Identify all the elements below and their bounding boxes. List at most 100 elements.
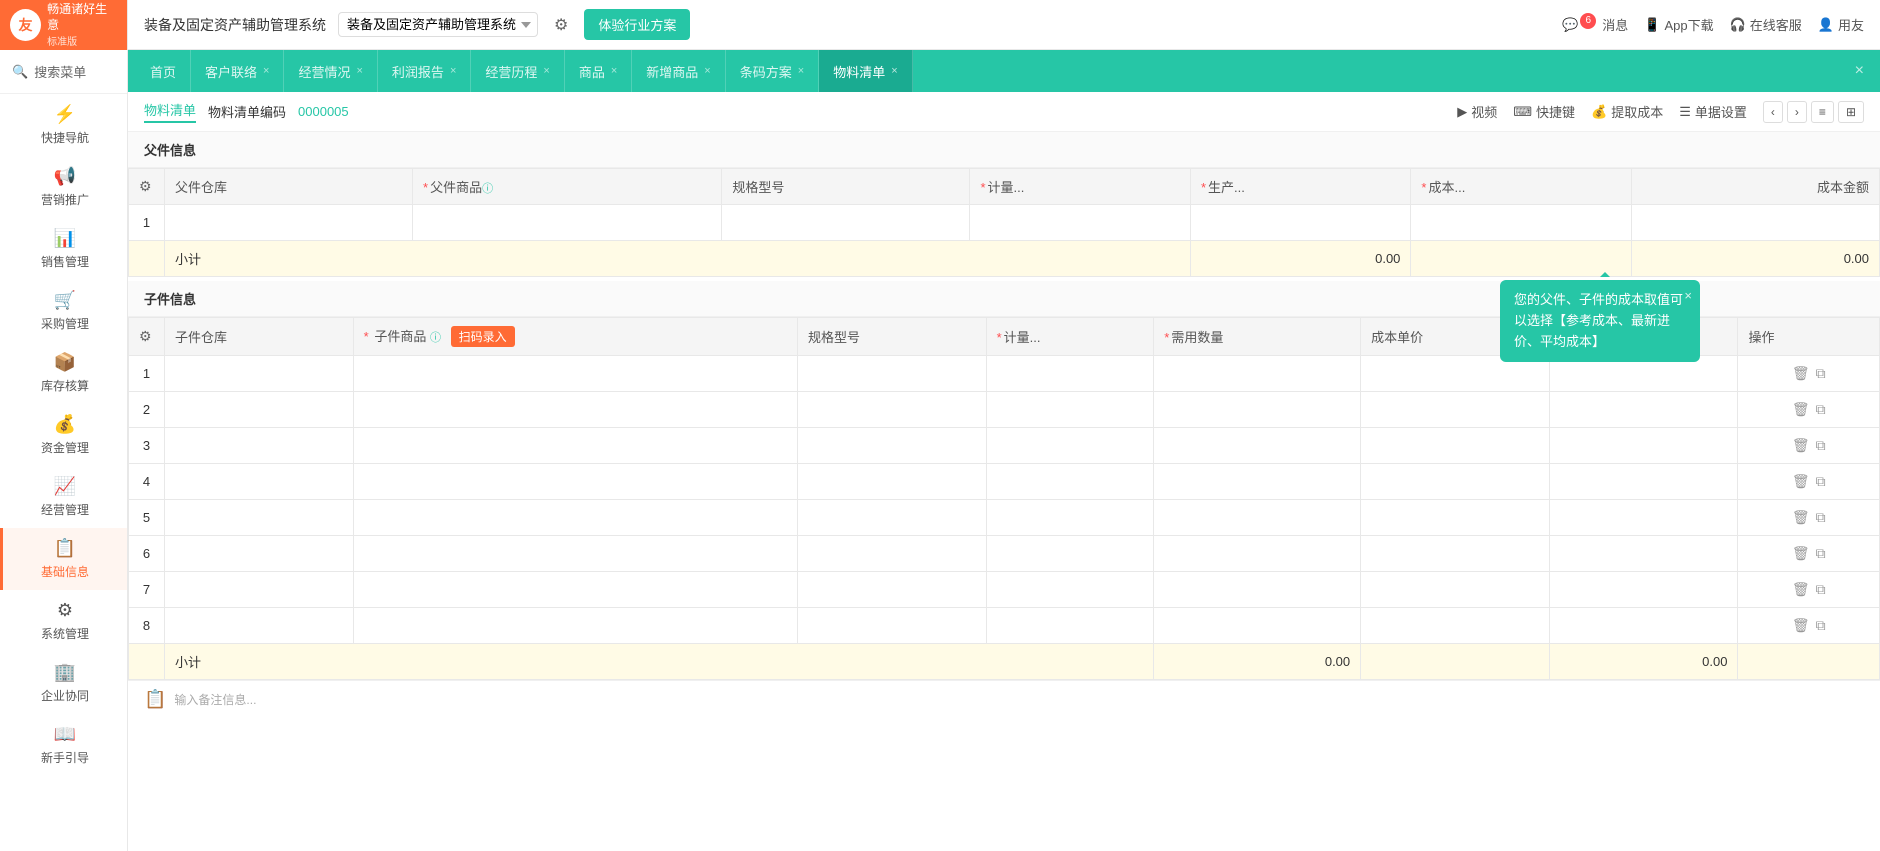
settings-gear-icon[interactable]: ⚙: [550, 11, 572, 39]
shortcut-action[interactable]: ⌨ 快捷键: [1513, 102, 1575, 121]
tab-close-material[interactable]: ×: [891, 65, 897, 77]
search-menu-button[interactable]: 🔍 搜索菜单: [8, 58, 119, 85]
child-unit-7[interactable]: [986, 572, 1154, 608]
parent-settings-icon[interactable]: ⚙: [139, 178, 152, 194]
user-item[interactable]: 👤 用友: [1818, 15, 1864, 34]
message-item[interactable]: 💬 6 消息: [1562, 15, 1628, 34]
child-spec-1[interactable]: [797, 356, 986, 392]
sidebar-item-operation[interactable]: 📈经营管理: [0, 466, 127, 528]
child-unit-price-2[interactable]: [1361, 392, 1550, 428]
cost-action[interactable]: 💰 提取成本: [1591, 102, 1663, 121]
sidebar-item-system[interactable]: ⚙系统管理: [0, 590, 127, 652]
online-service-item[interactable]: 🎧 在线客服: [1730, 15, 1802, 34]
child-unit-price-6[interactable]: [1361, 536, 1550, 572]
child-product-6[interactable]: [353, 536, 797, 572]
tab-close-operations[interactable]: ×: [356, 65, 362, 77]
sidebar-item-finance[interactable]: 💰资金管理: [0, 404, 127, 466]
tab-material[interactable]: 物料清单×: [819, 50, 912, 92]
tab-close-barcode[interactable]: ×: [798, 65, 804, 77]
child-quantity-1[interactable]: [1154, 356, 1361, 392]
sidebar-item-quick-nav[interactable]: ⚡快捷导航: [0, 94, 127, 156]
child-unit-2[interactable]: [986, 392, 1154, 428]
child-spec-7[interactable]: [797, 572, 986, 608]
tab-close-history[interactable]: ×: [543, 65, 549, 77]
copy-icon-6[interactable]: ⧉: [1816, 545, 1826, 562]
sidebar-item-purchase[interactable]: 🛒采购管理: [0, 280, 127, 342]
delete-icon-1[interactable]: 🗑: [1792, 365, 1810, 382]
child-warehouse-8[interactable]: [165, 608, 354, 644]
breadcrumb-list[interactable]: 物料清单: [144, 100, 196, 123]
single-settings-action[interactable]: ☰ 单据设置: [1679, 102, 1747, 121]
child-warehouse-6[interactable]: [165, 536, 354, 572]
child-warehouse-5[interactable]: [165, 500, 354, 536]
child-warehouse-7[interactable]: [165, 572, 354, 608]
prev-btn[interactable]: ‹: [1763, 101, 1783, 123]
parent-amount-cell[interactable]: [1631, 205, 1879, 241]
child-amount-6[interactable]: [1549, 536, 1738, 572]
copy-icon-7[interactable]: ⧉: [1816, 581, 1826, 598]
child-product-help-icon[interactable]: ⓘ: [430, 332, 441, 344]
delete-icon-8[interactable]: 🗑: [1792, 617, 1810, 634]
child-unit-price-5[interactable]: [1361, 500, 1550, 536]
child-spec-2[interactable]: [797, 392, 986, 428]
child-amount-5[interactable]: [1549, 500, 1738, 536]
child-warehouse-2[interactable]: [165, 392, 354, 428]
child-product-3[interactable]: [353, 428, 797, 464]
delete-icon-2[interactable]: 🗑: [1792, 401, 1810, 418]
system-selector[interactable]: 装备及固定资产辅助管理系统: [338, 12, 538, 37]
app-download-item[interactable]: 📱 App下载: [1644, 15, 1713, 34]
child-amount-8[interactable]: [1549, 608, 1738, 644]
sidebar-item-basic[interactable]: 📋基础信息: [0, 528, 127, 590]
tab-history[interactable]: 经营历程×: [471, 50, 564, 92]
child-spec-3[interactable]: [797, 428, 986, 464]
tab-customers[interactable]: 客户联络×: [191, 50, 284, 92]
copy-icon-4[interactable]: ⧉: [1816, 473, 1826, 490]
sidebar-item-inventory[interactable]: 📦库存核算: [0, 342, 127, 404]
child-quantity-7[interactable]: [1154, 572, 1361, 608]
child-unit-8[interactable]: [986, 608, 1154, 644]
product-help-icon[interactable]: ⓘ: [482, 183, 493, 195]
tab-profit[interactable]: 利润报告×: [378, 50, 471, 92]
copy-icon-5[interactable]: ⧉: [1816, 509, 1826, 526]
child-product-8[interactable]: [353, 608, 797, 644]
next-btn[interactable]: ›: [1787, 101, 1807, 123]
parent-warehouse-cell[interactable]: [165, 205, 413, 241]
child-spec-6[interactable]: [797, 536, 986, 572]
delete-icon-4[interactable]: 🗑: [1792, 473, 1810, 490]
tab-close-customers[interactable]: ×: [263, 65, 269, 77]
delete-icon-6[interactable]: 🗑: [1792, 545, 1810, 562]
child-product-4[interactable]: [353, 464, 797, 500]
list-view-btn[interactable]: ≡: [1811, 101, 1834, 123]
parent-production-cell[interactable]: [1190, 205, 1410, 241]
child-amount-4[interactable]: [1549, 464, 1738, 500]
tooltip-close-btn[interactable]: ×: [1684, 286, 1692, 307]
child-quantity-8[interactable]: [1154, 608, 1361, 644]
tab-home[interactable]: 首页: [136, 50, 191, 92]
child-spec-5[interactable]: [797, 500, 986, 536]
parent-spec-cell[interactable]: [722, 205, 970, 241]
child-amount-2[interactable]: [1549, 392, 1738, 428]
child-unit-1[interactable]: [986, 356, 1154, 392]
copy-icon-8[interactable]: ⧉: [1816, 617, 1826, 634]
delete-icon-7[interactable]: 🗑: [1792, 581, 1810, 598]
child-amount-7[interactable]: [1549, 572, 1738, 608]
grid-view-btn[interactable]: ⊞: [1838, 101, 1864, 123]
child-product-7[interactable]: [353, 572, 797, 608]
tab-barcode[interactable]: 条码方案×: [726, 50, 819, 92]
child-spec-8[interactable]: [797, 608, 986, 644]
sidebar-item-marketing[interactable]: 📢营销推广: [0, 156, 127, 218]
child-product-1[interactable]: [353, 356, 797, 392]
child-unit-price-4[interactable]: [1361, 464, 1550, 500]
child-quantity-6[interactable]: [1154, 536, 1361, 572]
child-unit-3[interactable]: [986, 428, 1154, 464]
child-unit-4[interactable]: [986, 464, 1154, 500]
parent-cost-cell[interactable]: [1411, 205, 1631, 241]
child-unit-price-3[interactable]: [1361, 428, 1550, 464]
child-quantity-2[interactable]: [1154, 392, 1361, 428]
child-quantity-4[interactable]: [1154, 464, 1361, 500]
sidebar-item-sales[interactable]: 📊销售管理: [0, 218, 127, 280]
sidebar-item-guide[interactable]: 📖新手引导: [0, 714, 127, 776]
child-settings-icon[interactable]: ⚙: [139, 328, 152, 344]
sidebar-item-enterprise[interactable]: 🏢企业协同: [0, 652, 127, 714]
child-amount-3[interactable]: [1549, 428, 1738, 464]
